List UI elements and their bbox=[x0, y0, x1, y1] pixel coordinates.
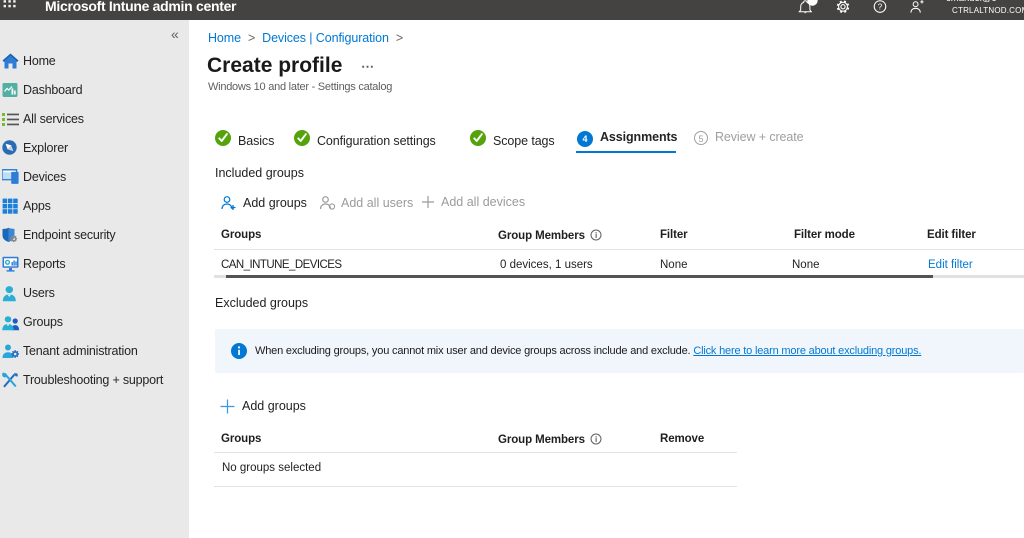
svg-text:?: ? bbox=[878, 3, 883, 12]
svg-text:i: i bbox=[595, 435, 597, 444]
svg-text:i: i bbox=[595, 231, 597, 240]
